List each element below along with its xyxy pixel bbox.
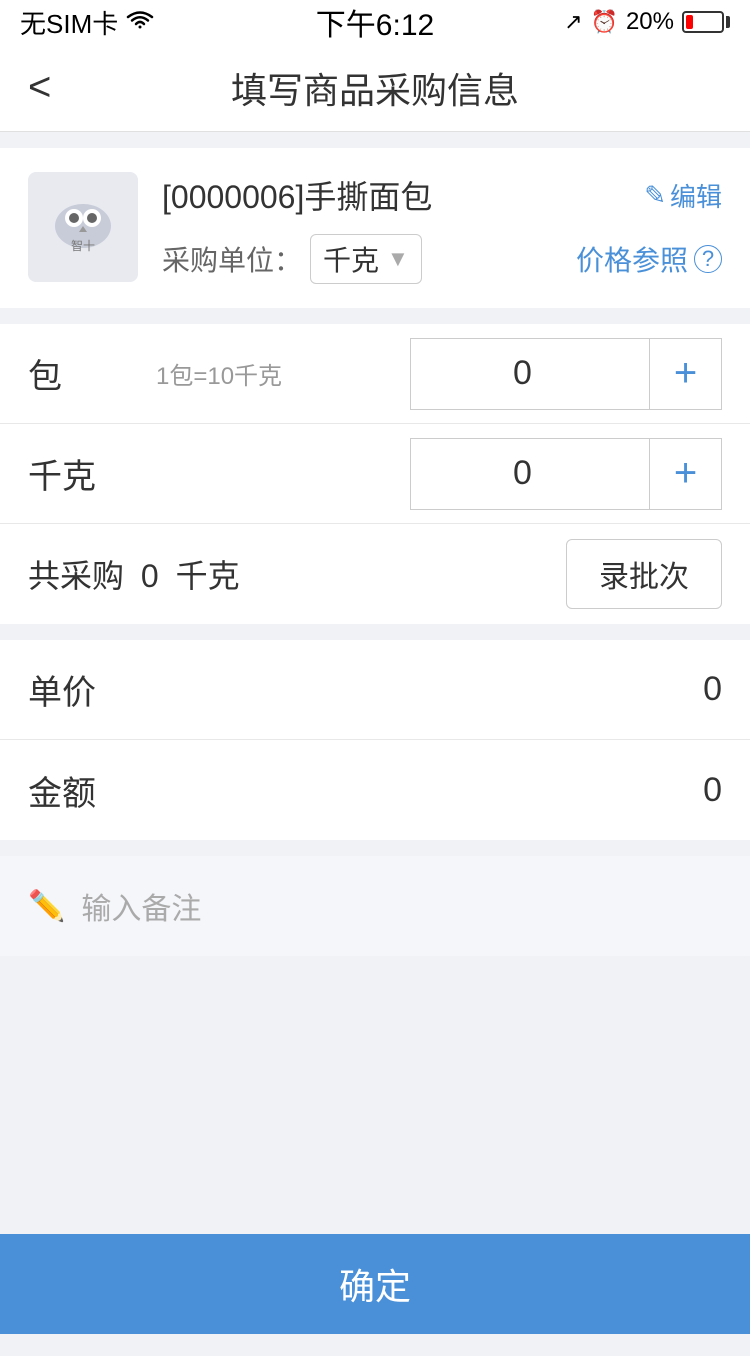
- price-section: 单价 0 金额 0: [0, 640, 750, 840]
- amount-value: 0: [703, 771, 722, 810]
- kg-input-group: +: [410, 438, 722, 510]
- bao-quantity-input[interactable]: [410, 338, 650, 410]
- page-title: 填写商品采购信息: [231, 62, 519, 114]
- summary-label: 共采购: [28, 558, 124, 594]
- divider-3: [0, 624, 750, 640]
- nav-bar: < 填写商品采购信息: [0, 44, 750, 132]
- amount-row: 金额 0: [0, 740, 750, 840]
- unit-price-row: 单价 0: [0, 640, 750, 740]
- summary-unit: 千克: [176, 558, 240, 594]
- product-card: 智十 [0000006]手撕面包 ✎ 编辑 采购单位： 千克 ▼ 价格参照 ?: [0, 148, 750, 308]
- batch-button[interactable]: 录批次: [566, 539, 722, 609]
- battery-icon: [682, 11, 730, 33]
- bao-input-group: +: [410, 338, 722, 410]
- quantity-section: 包 1包=10千克 + 千克 +: [0, 324, 750, 524]
- status-bar: 无SIM卡 下午6:12 ↗ ⏰ 20%: [0, 0, 750, 44]
- summary-text: 共采购 0 千克: [28, 551, 240, 597]
- divider-4: [0, 840, 750, 856]
- unit-arrow-icon: ▼: [387, 246, 409, 272]
- bao-label: 包: [28, 349, 148, 398]
- amount-label: 金额: [28, 766, 96, 815]
- location-icon: ↗: [564, 9, 582, 35]
- product-info: [0000006]手撕面包 ✎ 编辑 采购单位： 千克 ▼ 价格参照 ?: [162, 172, 722, 284]
- bao-sub: 1包=10千克: [156, 356, 410, 391]
- divider-2: [0, 308, 750, 324]
- alarm-icon: ⏰: [591, 9, 618, 35]
- note-section[interactable]: ✏️ 输入备注: [0, 856, 750, 956]
- svg-text:智十: 智十: [71, 238, 95, 253]
- status-right: ↗ ⏰ 20%: [564, 8, 730, 36]
- kg-plus-button[interactable]: +: [650, 438, 722, 510]
- edit-button[interactable]: ✎ 编辑: [644, 177, 722, 214]
- summary-row: 共采购 0 千克 录批次: [0, 524, 750, 624]
- price-reference-button[interactable]: 价格参照 ?: [576, 239, 722, 279]
- note-placeholder: 输入备注: [81, 884, 201, 928]
- product-name-row: [0000006]手撕面包 ✎ 编辑: [162, 172, 722, 218]
- unit-price-label: 单价: [28, 665, 96, 714]
- unit-price-value: 0: [703, 670, 722, 709]
- edit-label: 编辑: [670, 177, 722, 214]
- unit-value: 千克: [323, 239, 379, 279]
- note-pencil-icon: ✏️: [28, 889, 65, 924]
- product-logo: 智十: [48, 188, 118, 266]
- divider-1: [0, 132, 750, 148]
- kg-row: 千克 +: [0, 424, 750, 524]
- summary-value: 0: [141, 558, 159, 594]
- back-button[interactable]: <: [28, 65, 51, 110]
- battery-percent: 20%: [626, 8, 674, 36]
- price-ref-label: 价格参照: [576, 239, 688, 279]
- price-ref-help-icon: ?: [694, 245, 722, 273]
- unit-label: 采购单位：: [162, 239, 302, 279]
- edit-icon: ✎: [644, 180, 666, 211]
- bao-row: 包 1包=10千克 +: [0, 324, 750, 424]
- product-thumbnail: 智十: [28, 172, 138, 282]
- status-time: 下午6:12: [316, 0, 434, 44]
- status-left: 无SIM卡: [20, 4, 154, 41]
- unit-selector[interactable]: 千克 ▼: [310, 234, 422, 284]
- carrier-label: 无SIM卡: [20, 4, 118, 41]
- bao-plus-button[interactable]: +: [650, 338, 722, 410]
- kg-label: 千克: [28, 449, 148, 498]
- product-unit-row: 采购单位： 千克 ▼ 价格参照 ?: [162, 234, 722, 284]
- product-full-name: [0000006]手撕面包: [162, 172, 432, 218]
- kg-quantity-input[interactable]: [410, 438, 650, 510]
- wifi-icon: [126, 7, 154, 38]
- confirm-button[interactable]: 确定: [0, 1234, 750, 1334]
